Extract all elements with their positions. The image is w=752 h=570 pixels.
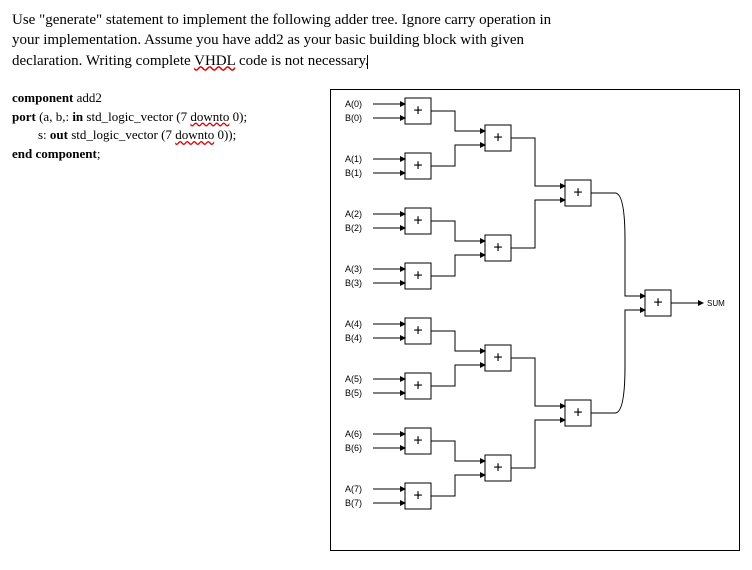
svg-text:A(7): A(7) [345,484,362,494]
svg-text:B(7): B(7) [345,498,362,508]
svg-text:B(6): B(6) [345,443,362,453]
svg-text:+: + [413,487,422,504]
svg-text:B(1): B(1) [345,168,362,178]
svg-text:B(4): B(4) [345,333,362,343]
question-line3a: declaration. Writing complete [12,53,194,69]
svg-text:B(5): B(5) [345,388,362,398]
kw-port: port [12,109,36,124]
svg-text:+: + [413,102,422,119]
svg-text:+: + [493,349,502,366]
svg-text:+: + [573,404,582,421]
svg-text:+: + [493,459,502,476]
text-cursor [367,55,368,69]
level1-adders: + A(0) B(0) + A(1) B(1) + [345,98,431,509]
kw-in: in [72,109,83,124]
svg-text:A(2): A(2) [345,209,362,219]
code-line-4: end component; [12,145,312,164]
svg-text:A(4): A(4) [345,319,362,329]
code-l2b: std_logic_vector (7 [83,109,190,124]
svg-text:A(1): A(1) [345,154,362,164]
code-l2a: (a, b,: [36,109,72,124]
svg-text:+: + [413,432,422,449]
svg-text:+: + [653,294,662,311]
level2-adders: + + + + [431,111,511,496]
code-add2: add2 [73,90,102,105]
level4-adder: + SUM [591,193,725,413]
kw-component: component [12,90,73,105]
code-l3c: 0)); [214,127,236,142]
svg-text:+: + [413,377,422,394]
downto-2: downto [175,127,214,142]
question-line1: Use "generate" statement to implement th… [12,12,551,28]
kw-end-component: end component [12,146,97,161]
svg-text:B(2): B(2) [345,223,362,233]
code-line-1: component add2 [12,89,312,108]
svg-text:+: + [493,239,502,256]
svg-text:A(6): A(6) [345,429,362,439]
code-l2c: 0); [229,109,247,124]
question-line3c: code is not necessary. [235,53,369,69]
svg-text:+: + [413,267,422,284]
svg-text:A(3): A(3) [345,264,362,274]
downto-1: downto [190,109,229,124]
svg-text:+: + [413,322,422,339]
code-l3a: s: [12,127,50,142]
svg-text:+: + [413,157,422,174]
adder-tree-diagram: + A(0) B(0) + A(1) B(1) + [330,89,740,551]
svg-text:B(0): B(0) [345,113,362,123]
question-text: Use "generate" statement to implement th… [12,10,740,71]
code-semi: ; [97,146,101,161]
question-line2: your implementation. Assume you have add… [12,32,524,48]
svg-text:+: + [413,212,422,229]
svg-text:SUM: SUM [707,299,725,308]
code-line-3: s: out std_logic_vector (7 downto 0)); [12,126,312,145]
vhdl-word: VHDL [194,53,235,69]
svg-text:A(0): A(0) [345,99,362,109]
svg-text:B(3): B(3) [345,278,362,288]
code-line-2: port (a, b,: in std_logic_vector (7 down… [12,108,312,127]
code-l3b: std_logic_vector (7 [68,127,175,142]
code-block: component add2 port (a, b,: in std_logic… [12,89,312,551]
kw-out: out [50,127,68,142]
level3-adders: + + [511,138,591,468]
svg-text:A(5): A(5) [345,374,362,384]
svg-text:+: + [493,129,502,146]
svg-text:+: + [573,184,582,201]
